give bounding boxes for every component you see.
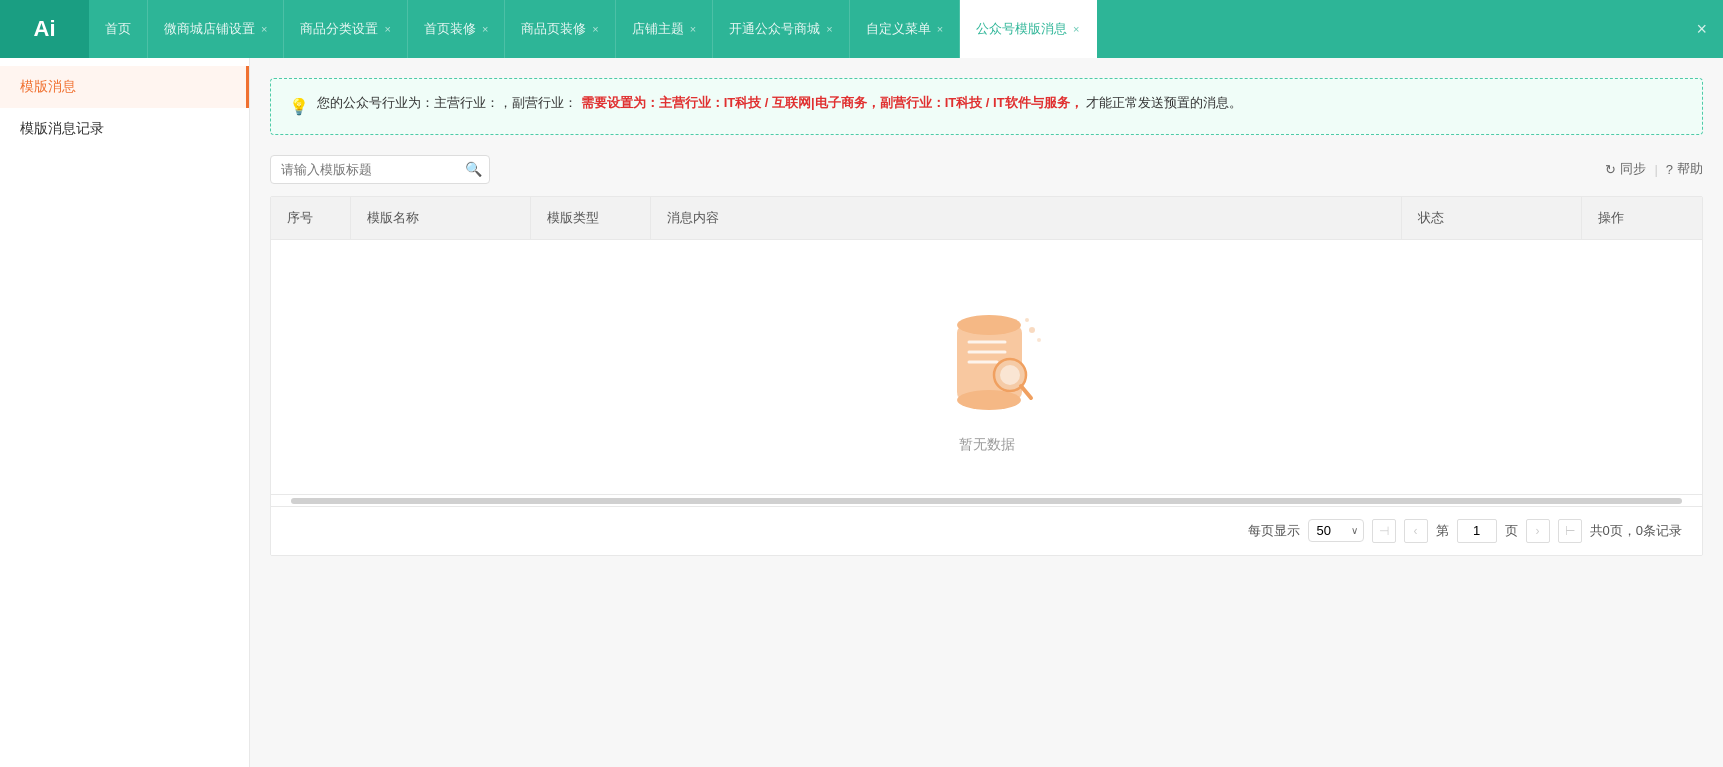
sync-button[interactable]: ↻ 同步: [1605, 160, 1646, 178]
empty-text: 暂无数据: [959, 436, 1015, 454]
nav-tab-product-decor[interactable]: 商品页装修×: [505, 0, 615, 58]
sidebar: 模版消息模版消息记录: [0, 58, 250, 767]
search-input-wrap: 🔍: [270, 155, 490, 184]
content-area: 💡 您的公众号行业为：主营行业：，副营行业： 需要设置为：主营行业：IT科技 /…: [250, 58, 1723, 767]
sidebar-item-template-msg[interactable]: 模版消息: [0, 66, 249, 108]
notice-highlight: 需要设置为：主营行业：IT科技 / 互联网|电子商务，副营行业：IT科技 / I…: [581, 95, 1083, 110]
close-all-button[interactable]: ×: [1680, 19, 1723, 40]
nav-tab-close-open-mall[interactable]: ×: [826, 23, 832, 35]
notice-icon: 💡: [289, 94, 309, 120]
svg-point-10: [1029, 327, 1035, 333]
empty-state: 暂无数据: [271, 240, 1702, 494]
th-index: 序号: [271, 197, 351, 239]
divider: |: [1654, 162, 1657, 177]
scrollbar-area[interactable]: [271, 494, 1702, 506]
help-icon: ?: [1666, 162, 1673, 177]
page-input[interactable]: [1457, 519, 1497, 543]
nav-tab-open-mall[interactable]: 开通公众号商城×: [713, 0, 849, 58]
page-label-after: 页: [1505, 522, 1518, 540]
pagination: 每页显示 50 20 100 ⊣ ‹ 第 页 › ⊢ 共0页，0条记录: [271, 506, 1702, 555]
page-size-select[interactable]: 50 20 100: [1308, 519, 1364, 542]
nav-tab-shop-theme[interactable]: 店铺主题×: [616, 0, 713, 58]
svg-point-12: [1025, 318, 1029, 322]
nav-tab-shop-setting[interactable]: 微商城店铺设置×: [148, 0, 284, 58]
svg-point-3: [957, 390, 1021, 410]
th-content: 消息内容: [651, 197, 1402, 239]
help-button[interactable]: ? 帮助: [1666, 160, 1703, 178]
sync-label: 同步: [1620, 160, 1646, 178]
next-page-button[interactable]: ›: [1526, 519, 1550, 543]
svg-point-2: [957, 315, 1021, 335]
help-label: 帮助: [1677, 160, 1703, 178]
nav-tab-close-shop-theme[interactable]: ×: [690, 23, 696, 35]
nav-tab-template-msg[interactable]: 公众号模版消息×: [960, 0, 1096, 58]
nav-tab-close-home-decor[interactable]: ×: [482, 23, 488, 35]
search-input[interactable]: [270, 155, 490, 184]
nav-tab-home[interactable]: 首页: [89, 0, 148, 58]
search-left: 🔍: [270, 155, 490, 184]
nav-tabs: 首页微商城店铺设置×商品分类设置×首页装修×商品页装修×店铺主题×开通公众号商城…: [89, 0, 1680, 58]
nav-tab-custom-menu[interactable]: 自定义菜单×: [850, 0, 960, 58]
svg-point-11: [1037, 338, 1041, 342]
nav-tab-home-decor[interactable]: 首页装修×: [408, 0, 505, 58]
notice-text-before: 您的公众号行业为：主营行业：，副营行业：: [317, 95, 577, 110]
last-page-button[interactable]: ⊢: [1558, 519, 1582, 543]
prev-page-button[interactable]: ‹: [1404, 519, 1428, 543]
svg-point-8: [1000, 365, 1020, 385]
per-page-label: 每页显示: [1248, 522, 1300, 540]
nav-tab-close-template-msg[interactable]: ×: [1073, 23, 1079, 35]
total-info: 共0页，0条记录: [1590, 522, 1682, 540]
page-size-wrap: 50 20 100: [1308, 519, 1364, 542]
th-action: 操作: [1582, 197, 1702, 239]
logo-text: Ai: [34, 16, 56, 42]
search-right: ↻ 同步 | ? 帮助: [1605, 160, 1703, 178]
nav-tab-close-shop-setting[interactable]: ×: [261, 23, 267, 35]
svg-line-9: [1021, 386, 1031, 398]
notice-text-after: 才能正常发送预置的消息。: [1086, 95, 1242, 110]
th-name: 模版名称: [351, 197, 531, 239]
main-layout: 模版消息模版消息记录 💡 您的公众号行业为：主营行业：，副营行业： 需要设置为：…: [0, 58, 1723, 767]
page-label-before: 第: [1436, 522, 1449, 540]
logo: Ai: [0, 0, 89, 58]
sync-icon: ↻: [1605, 162, 1616, 177]
empty-icon: [927, 300, 1047, 420]
table-header: 序号模版名称模版类型消息内容状态操作: [271, 197, 1702, 240]
th-status: 状态: [1402, 197, 1582, 239]
notice-box: 💡 您的公众号行业为：主营行业：，副营行业： 需要设置为：主营行业：IT科技 /…: [270, 78, 1703, 135]
nav-tab-category-setting[interactable]: 商品分类设置×: [284, 0, 407, 58]
scrollbar-track: [291, 498, 1682, 504]
first-page-button[interactable]: ⊣: [1372, 519, 1396, 543]
th-type: 模版类型: [531, 197, 651, 239]
search-button[interactable]: 🔍: [465, 161, 482, 177]
nav-tab-close-product-decor[interactable]: ×: [592, 23, 598, 35]
top-nav: Ai 首页微商城店铺设置×商品分类设置×首页装修×商品页装修×店铺主题×开通公众…: [0, 0, 1723, 58]
notice-text: 您的公众号行业为：主营行业：，副营行业： 需要设置为：主营行业：IT科技 / 互…: [317, 93, 1242, 114]
search-bar: 🔍 ↻ 同步 | ? 帮助: [270, 155, 1703, 184]
sidebar-item-template-record[interactable]: 模版消息记录: [0, 108, 249, 150]
table: 序号模版名称模版类型消息内容状态操作: [270, 196, 1703, 556]
nav-tab-close-custom-menu[interactable]: ×: [937, 23, 943, 35]
nav-tab-close-category-setting[interactable]: ×: [384, 23, 390, 35]
